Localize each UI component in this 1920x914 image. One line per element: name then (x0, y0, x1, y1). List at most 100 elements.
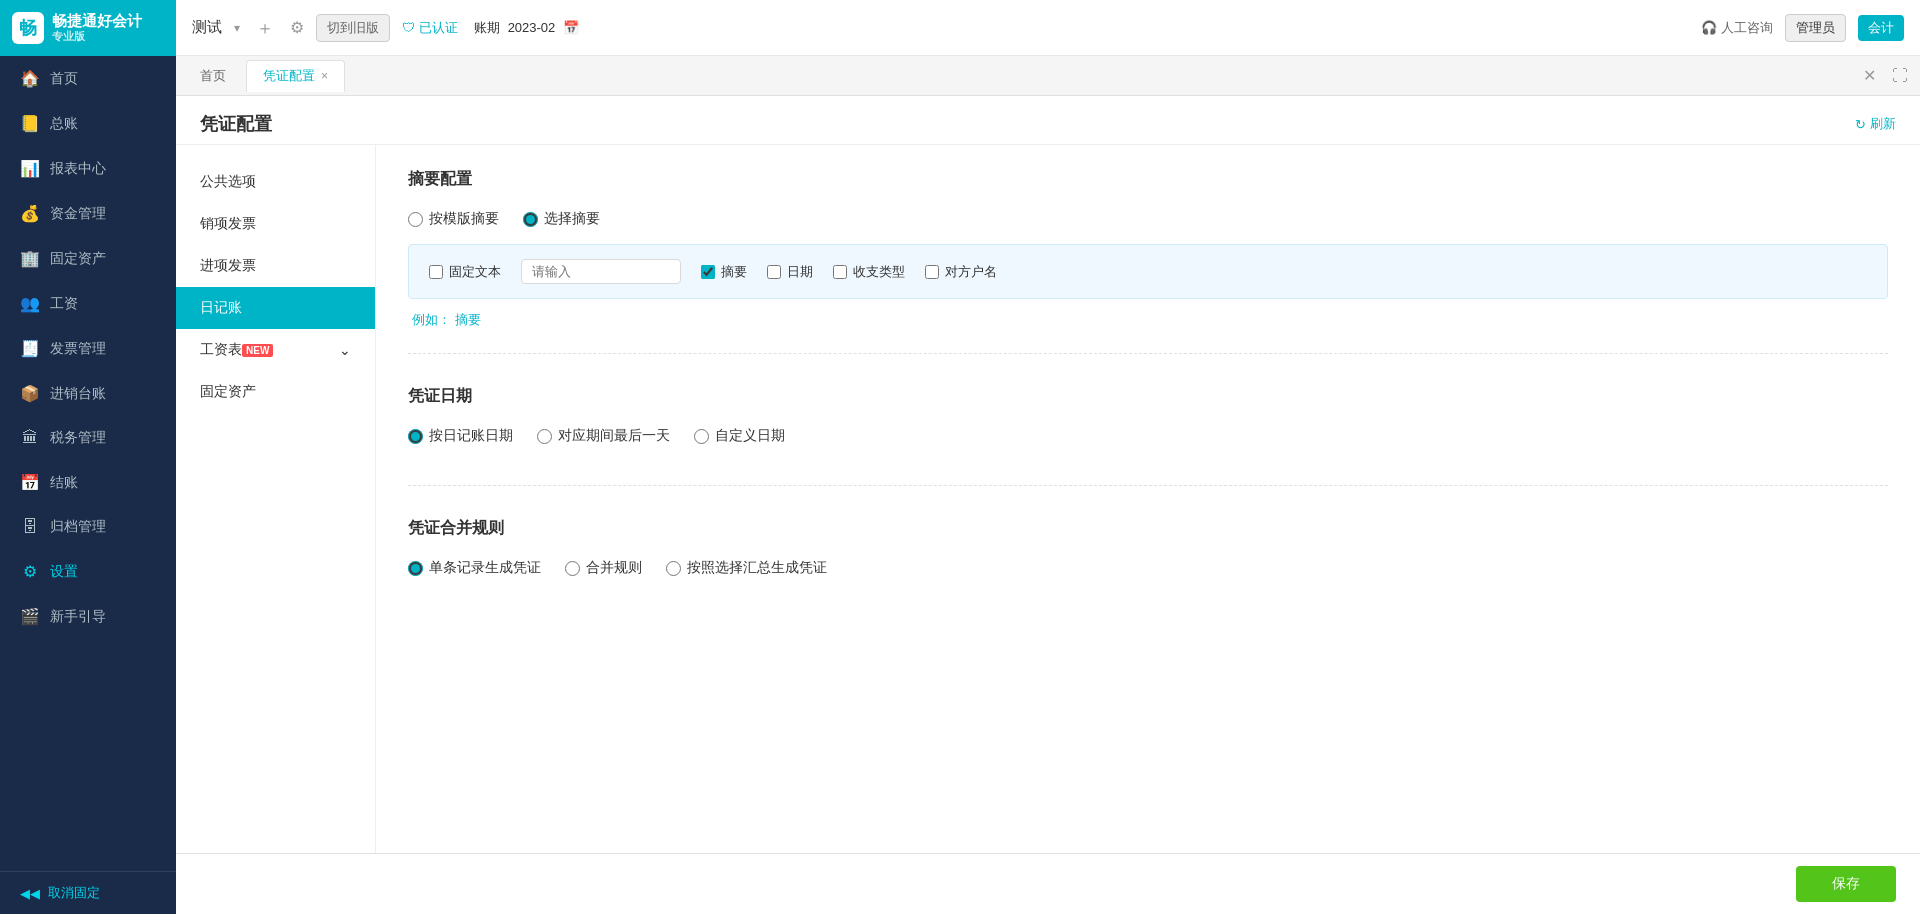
date-period-last-radio-input[interactable] (537, 429, 552, 444)
left-nav-item-payroll_table[interactable]: 工资表NEW⌄ (176, 329, 375, 371)
left-nav-item-purchase_invoice[interactable]: 进项发票 (176, 245, 375, 287)
sidebar-footer-pin[interactable]: ◀◀ 取消固定 (0, 871, 176, 914)
left-nav-item-sales_invoice[interactable]: 销项发票 (176, 203, 375, 245)
sidebar-item-label: 结账 (50, 474, 78, 492)
purchase_sale-icon: 📦 (20, 384, 40, 403)
sidebar-item-payroll[interactable]: 👥 工资 (0, 281, 176, 326)
left-nav-label: 销项发票 (200, 215, 256, 233)
tab-home[interactable]: 首页 (184, 61, 242, 91)
home-icon: 🏠 (20, 69, 40, 88)
left-nav-item-fixed_assets[interactable]: 固定资产 (176, 371, 375, 413)
sidebar-item-funds[interactable]: 💰 资金管理 (0, 191, 176, 236)
merge-single-radio-input[interactable] (408, 561, 423, 576)
summary-select-radio-input[interactable] (523, 212, 538, 227)
counterparty-checkbox[interactable]: 对方户名 (925, 263, 997, 281)
date-period-last-radio[interactable]: 对应期间最后一天 (537, 427, 670, 445)
sidebar-item-label: 税务管理 (50, 429, 106, 447)
summary-radio-group: 按模版摘要 选择摘要 (408, 210, 1888, 228)
summary-checkbox[interactable]: 摘要 (701, 263, 747, 281)
fixed-text-checkbox-input[interactable] (429, 265, 443, 279)
date-custom-radio-input[interactable] (694, 429, 709, 444)
content-layout: 公共选项销项发票进项发票日记账工资表NEW⌄固定资产 摘要配置 按模版摘要 选择… (176, 145, 1920, 853)
sidebar-item-invoice[interactable]: 🧾 发票管理 (0, 326, 176, 371)
date-by-journal-radio-input[interactable] (408, 429, 423, 444)
payment-type-checkbox-input[interactable] (833, 265, 847, 279)
sidebar-item-purchase_sale[interactable]: 📦 进销台账 (0, 371, 176, 416)
merge-summary-radio-input[interactable] (666, 561, 681, 576)
date-checkbox-input[interactable] (767, 265, 781, 279)
date-section: 凭证日期 按日记账日期 对应期间最后一天 自定义日期 (408, 386, 1888, 486)
sidebar-item-label: 首页 (50, 70, 78, 88)
verified-badge: 🛡 已认证 (402, 19, 458, 37)
date-by-journal-radio[interactable]: 按日记账日期 (408, 427, 513, 445)
sidebar-item-archive[interactable]: 🗄 归档管理 (0, 505, 176, 549)
admin-button[interactable]: 管理员 (1785, 14, 1846, 42)
chevron-down-icon: ⌄ (339, 342, 351, 358)
summary-template-radio[interactable]: 按模版摘要 (408, 210, 499, 228)
tab-controls: ✕ ⛶ (1859, 62, 1912, 89)
shield-icon: 🛡 (402, 20, 415, 35)
sidebar-item-guide[interactable]: 🎬 新手引导 (0, 594, 176, 639)
switch-old-version-button[interactable]: 切到旧版 (316, 14, 390, 42)
sidebar-item-label: 总账 (50, 115, 78, 133)
merge-rules-radio[interactable]: 合并规则 (565, 559, 642, 577)
funds-icon: 💰 (20, 204, 40, 223)
sidebar-item-reports[interactable]: 📊 报表中心 (0, 146, 176, 191)
topbar: 测试 ▾ ＋ ⚙ 切到旧版 🛡 已认证 账期 2023-02 📅 🎧 人工咨询 … (176, 0, 1920, 56)
sidebar-item-home[interactable]: 🏠 首页 (0, 56, 176, 101)
maximize-icon[interactable]: ⛶ (1888, 63, 1912, 89)
invoice-icon: 🧾 (20, 339, 40, 358)
summary-checkbox-input[interactable] (701, 265, 715, 279)
left-nav-item-public[interactable]: 公共选项 (176, 161, 375, 203)
company-dropdown-icon[interactable]: ▾ (234, 21, 240, 35)
calendar-icon[interactable]: 📅 (563, 20, 579, 35)
sidebar-item-close[interactable]: 📅 结账 (0, 460, 176, 505)
date-custom-radio[interactable]: 自定义日期 (694, 427, 785, 445)
page-header: 凭证配置 ↻ 刷新 (176, 96, 1920, 145)
config-panel: 摘要配置 按模版摘要 选择摘要 (376, 145, 1920, 853)
sidebar-item-ledger[interactable]: 📒 总账 (0, 101, 176, 146)
counterparty-checkbox-input[interactable] (925, 265, 939, 279)
sidebar-item-label: 固定资产 (50, 250, 106, 268)
save-button[interactable]: 保存 (1796, 866, 1896, 902)
period-label: 账期 2023-02 📅 (474, 19, 579, 37)
tab-close-icon[interactable]: × (321, 69, 328, 83)
refresh-button[interactable]: ↻ 刷新 (1855, 115, 1896, 133)
sidebar-nav: 🏠 首页 📒 总账 📊 报表中心 💰 资金管理 🏢 固定资产 👥 工资 🧾 发票… (0, 56, 176, 871)
company-name: 测试 (192, 18, 222, 37)
date-checkbox[interactable]: 日期 (767, 263, 813, 281)
left-nav-item-journal[interactable]: 日记账 (176, 287, 375, 329)
sidebar-item-assets[interactable]: 🏢 固定资产 (0, 236, 176, 281)
content-area: 凭证配置 ↻ 刷新 公共选项销项发票进项发票日记账工资表NEW⌄固定资产 摘要配… (176, 96, 1920, 914)
fixed-text-input[interactable] (521, 259, 681, 284)
consult-button[interactable]: 🎧 人工咨询 (1701, 19, 1773, 37)
merge-single-radio[interactable]: 单条记录生成凭证 (408, 559, 541, 577)
logo-text: 畅捷通好会计 专业版 (52, 12, 142, 43)
ledger-icon: 📒 (20, 114, 40, 133)
summary-select-radio[interactable]: 选择摘要 (523, 210, 600, 228)
sidebar-item-label: 设置 (50, 563, 78, 581)
add-company-button[interactable]: ＋ (252, 16, 278, 40)
summary-section: 摘要配置 按模版摘要 选择摘要 (408, 169, 1888, 354)
payroll-icon: 👥 (20, 294, 40, 313)
tax-icon: 🏛 (20, 429, 40, 447)
date-section-title: 凭证日期 (408, 386, 1888, 407)
payment-type-checkbox[interactable]: 收支类型 (833, 263, 905, 281)
merge-radio-group: 单条记录生成凭证 合并规则 按照选择汇总生成凭证 (408, 559, 1888, 577)
settings-icon[interactable]: ⚙ (290, 18, 304, 37)
pin-icon: ◀◀ (20, 886, 40, 901)
logo-icon: 畅 (12, 12, 44, 44)
close-window-icon[interactable]: ✕ (1859, 62, 1880, 89)
summary-template-radio-input[interactable] (408, 212, 423, 227)
sidebar-item-label: 资金管理 (50, 205, 106, 223)
merge-summary-radio[interactable]: 按照选择汇总生成凭证 (666, 559, 827, 577)
left-nav-label: 进项发票 (200, 257, 256, 275)
fixed-text-checkbox[interactable]: 固定文本 (429, 263, 501, 281)
sidebar-item-label: 发票管理 (50, 340, 106, 358)
settings-icon: ⚙ (20, 562, 40, 581)
sidebar-item-tax[interactable]: 🏛 税务管理 (0, 416, 176, 460)
tab-voucher-config[interactable]: 凭证配置 × (246, 60, 345, 92)
sidebar-item-settings[interactable]: ⚙ 设置 (0, 549, 176, 594)
refresh-icon: ↻ (1855, 117, 1866, 132)
merge-rules-radio-input[interactable] (565, 561, 580, 576)
